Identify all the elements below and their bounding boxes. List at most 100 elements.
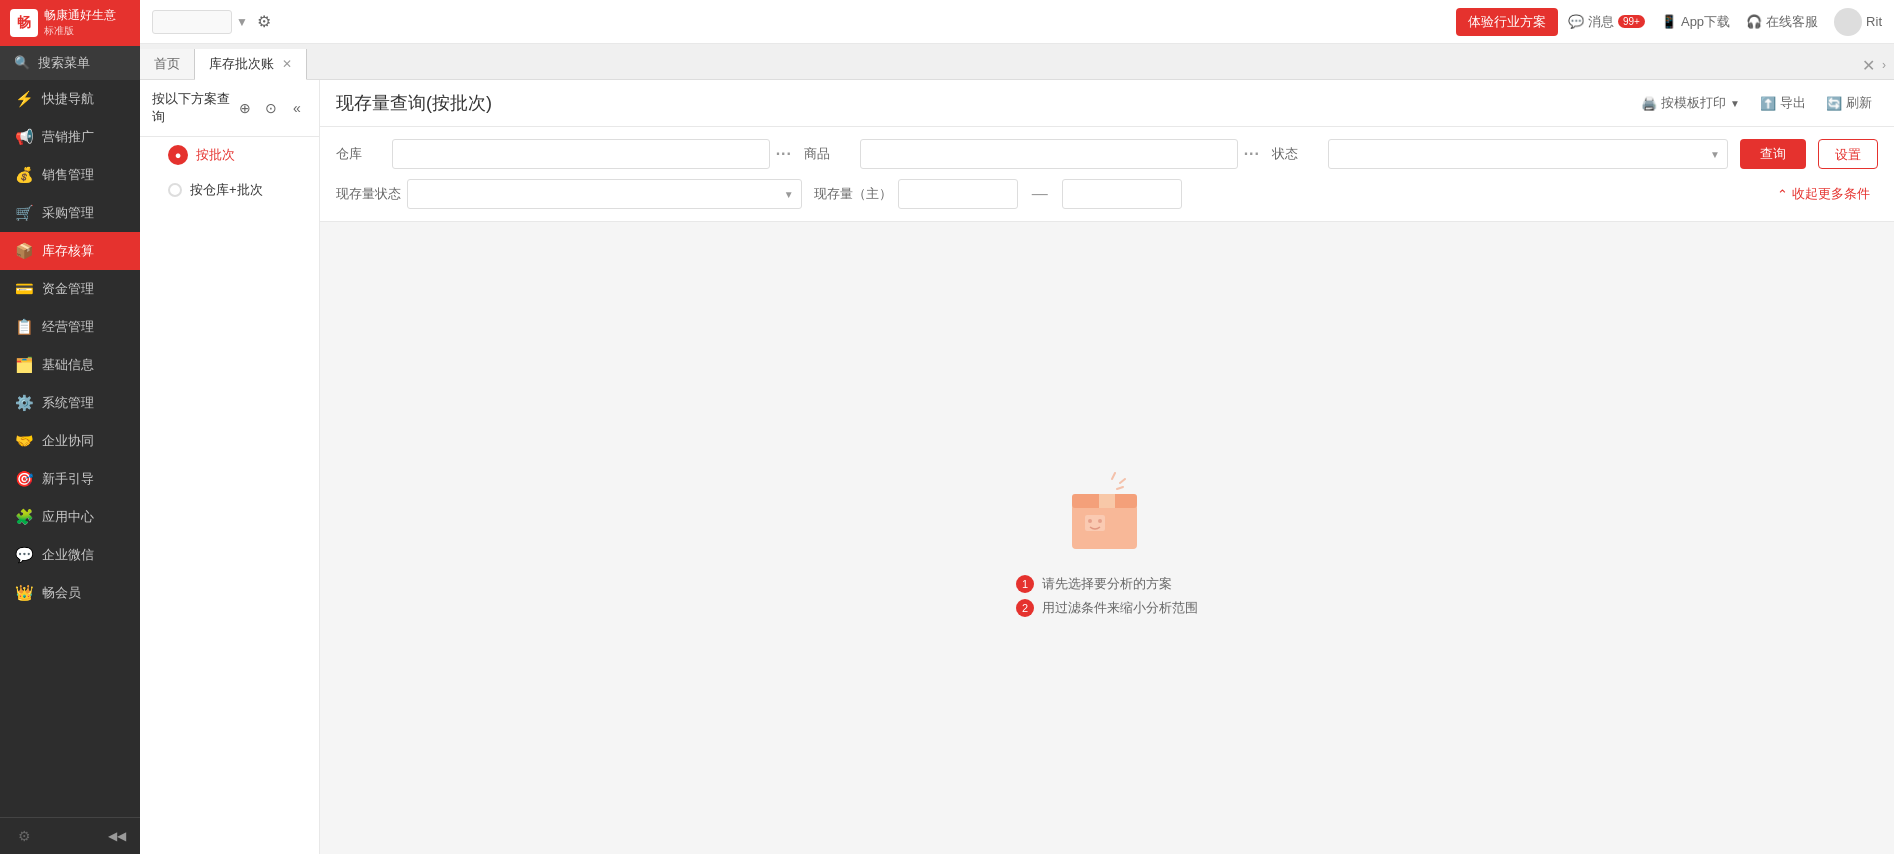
sidebar-item-operation[interactable]: 📋 经营管理 — [0, 308, 140, 346]
topbar-gear-icon[interactable]: ⚙ — [252, 10, 276, 34]
tab-home[interactable]: 首页 — [140, 49, 195, 79]
empty-illustration — [1057, 459, 1157, 559]
sidebar-footer: ⚙ ◀◀ — [0, 817, 140, 854]
svg-rect-2 — [1099, 494, 1115, 508]
warehouse-label: 仓库 — [336, 145, 386, 163]
app-download-group[interactable]: 📱 App下载 — [1661, 13, 1730, 31]
collapse-icon: ⌃ — [1777, 187, 1788, 202]
product-input[interactable] — [860, 139, 1238, 169]
user-group[interactable]: Rit — [1834, 8, 1882, 36]
svg-line-7 — [1120, 479, 1125, 483]
sidebar-item-sales[interactable]: 💰 销售管理 — [0, 156, 140, 194]
app-version: 标准版 — [44, 24, 116, 38]
finance-icon: 💳 — [14, 280, 34, 298]
panel-close-btn[interactable]: ✕ — [1854, 51, 1882, 79]
status-label: 状态 — [1272, 145, 1322, 163]
svg-line-6 — [1112, 473, 1115, 479]
sidebar-item-system[interactable]: ⚙️ 系统管理 — [0, 384, 140, 422]
sidebar-label: 经营管理 — [42, 318, 94, 336]
sidebar: 畅 畅康通好生意 标准版 🔍 搜索菜单 ⚡ 快捷导航 📢 营销推广 💰 销售管理… — [0, 0, 140, 854]
empty-hint-2-text: 用过滤条件来缩小分析范围 — [1042, 599, 1198, 617]
inventory-status-select[interactable] — [407, 179, 802, 209]
warehouse-input[interactable] — [392, 139, 770, 169]
sidebar-item-apps[interactable]: 🧩 应用中心 — [0, 498, 140, 536]
scheme-label: 按仓库+批次 — [190, 181, 263, 199]
quantity-max-input[interactable] — [1062, 179, 1182, 209]
topbar: ▼ ⚙ 体验行业方案 💬 消息 99+ 📱 App下载 🎧 在线客服 Rit — [140, 0, 1894, 44]
sidebar-label: 营销推广 — [42, 128, 94, 146]
sidebar-label: 应用中心 — [42, 508, 94, 526]
customer-service-group[interactable]: 🎧 在线客服 — [1746, 13, 1818, 31]
message-group[interactable]: 💬 消息 99+ — [1568, 13, 1645, 31]
sidebar-item-purchase[interactable]: 🛒 采购管理 — [0, 194, 140, 232]
sidebar-item-basic[interactable]: 🗂️ 基础信息 — [0, 346, 140, 384]
sidebar-label: 基础信息 — [42, 356, 94, 374]
status-select[interactable]: 全部 正常 停用 — [1328, 139, 1728, 169]
product-label: 商品 — [804, 145, 854, 163]
inventory-icon: 📦 — [14, 242, 34, 260]
sidebar-item-collab[interactable]: 🤝 企业协同 — [0, 422, 140, 460]
marketing-icon: 📢 — [14, 128, 34, 146]
print-btn[interactable]: 🖨️ 按模板打印 ▼ — [1635, 90, 1746, 116]
user-name: Rit — [1866, 14, 1882, 29]
filter-settings-button[interactable]: 设置 — [1818, 139, 1878, 169]
quantity-min-input[interactable] — [898, 179, 1018, 209]
scheme-label: 按批次 — [196, 146, 235, 164]
warehouse-dots-btn[interactable]: ··· — [776, 145, 792, 163]
add-scheme-btn[interactable]: ⊕ — [235, 98, 255, 118]
product-dots-btn[interactable]: ··· — [1244, 145, 1260, 163]
collapse-arrow-icon: ◀◀ — [108, 829, 126, 843]
print-label: 按模板打印 — [1661, 94, 1726, 112]
sidebar-label: 采购管理 — [42, 204, 94, 222]
scheme-collapse-btn[interactable]: « — [287, 98, 307, 118]
empty-hint-1-text: 请先选择要分析的方案 — [1042, 575, 1172, 593]
scheme-active-icon: ● — [168, 145, 188, 165]
page-header: 现存量查询(按批次) 🖨️ 按模板打印 ▼ ⬆️ 导出 🔄 刷新 — [320, 80, 1894, 127]
breadcrumb-input[interactable] — [152, 10, 232, 34]
collapse-conditions-btn[interactable]: ⌃ 收起更多条件 — [1769, 181, 1878, 207]
app-download-label: App下载 — [1681, 13, 1730, 31]
refresh-btn[interactable]: 🔄 刷新 — [1820, 90, 1878, 116]
panel-arrow-icon[interactable]: › — [1882, 58, 1886, 72]
empty-state: 1 请先选择要分析的方案 2 用过滤条件来缩小分析范围 — [320, 222, 1894, 854]
export-icon: ⬆️ — [1760, 96, 1776, 111]
main-area: ▼ ⚙ 体验行业方案 💬 消息 99+ 📱 App下载 🎧 在线客服 Rit — [140, 0, 1894, 854]
sidebar-search[interactable]: 🔍 搜索菜单 — [0, 46, 140, 80]
sidebar-item-inventory[interactable]: 📦 库存核算 — [0, 232, 140, 270]
scheme-item-by-warehouse-batch[interactable]: 按仓库+批次 — [140, 173, 319, 207]
tab-close-icon[interactable]: ✕ — [282, 57, 292, 71]
collapse-sidebar-btn[interactable]: ◀◀ — [108, 829, 126, 843]
purchase-icon: 🛒 — [14, 204, 34, 222]
tab-inventory-batch[interactable]: 库存批次账 ✕ — [195, 49, 307, 80]
quantity-dash: — — [1024, 179, 1056, 209]
refresh-icon: 🔄 — [1826, 96, 1842, 111]
sidebar-label: 畅会员 — [42, 584, 81, 602]
sidebar-item-shortcut[interactable]: ⚡ 快捷导航 — [0, 80, 140, 118]
collab-icon: 🤝 — [14, 432, 34, 450]
sidebar-label: 快捷导航 — [42, 90, 94, 108]
dropdown-icon[interactable]: ▼ — [236, 15, 248, 29]
experience-btn[interactable]: 体验行业方案 — [1456, 8, 1558, 36]
scheme-item-by-batch[interactable]: ● 按批次 — [140, 137, 319, 173]
message-badge: 99+ — [1618, 15, 1645, 28]
main-panel: 现存量查询(按批次) 🖨️ 按模板打印 ▼ ⬆️ 导出 🔄 刷新 — [320, 80, 1894, 854]
sidebar-item-wechat[interactable]: 💬 企业微信 — [0, 536, 140, 574]
settings-btn[interactable]: ⚙ — [14, 826, 34, 846]
basic-icon: 🗂️ — [14, 356, 34, 374]
query-button[interactable]: 查询 — [1740, 139, 1806, 169]
sidebar-item-finance[interactable]: 💳 资金管理 — [0, 270, 140, 308]
sales-icon: 💰 — [14, 166, 34, 184]
sidebar-item-marketing[interactable]: 📢 营销推广 — [0, 118, 140, 156]
sidebar-label: 资金管理 — [42, 280, 94, 298]
app-title: 畅康通好生意 — [44, 8, 116, 24]
sidebar-item-member[interactable]: 👑 畅会员 — [0, 574, 140, 612]
svg-point-5 — [1098, 519, 1102, 523]
export-btn[interactable]: ⬆️ 导出 — [1754, 90, 1812, 116]
sidebar-label: 新手引导 — [42, 470, 94, 488]
scheme-settings-btn[interactable]: ⊙ — [261, 98, 281, 118]
sidebar-item-guide[interactable]: 🎯 新手引导 — [0, 460, 140, 498]
filter-area: 仓库 ··· 商品 ··· 状态 全部 — [320, 127, 1894, 222]
warehouse-field: 仓库 ··· — [336, 139, 792, 169]
operation-icon: 📋 — [14, 318, 34, 336]
inventory-status-field: 现存量状态 ▼ — [336, 179, 802, 209]
